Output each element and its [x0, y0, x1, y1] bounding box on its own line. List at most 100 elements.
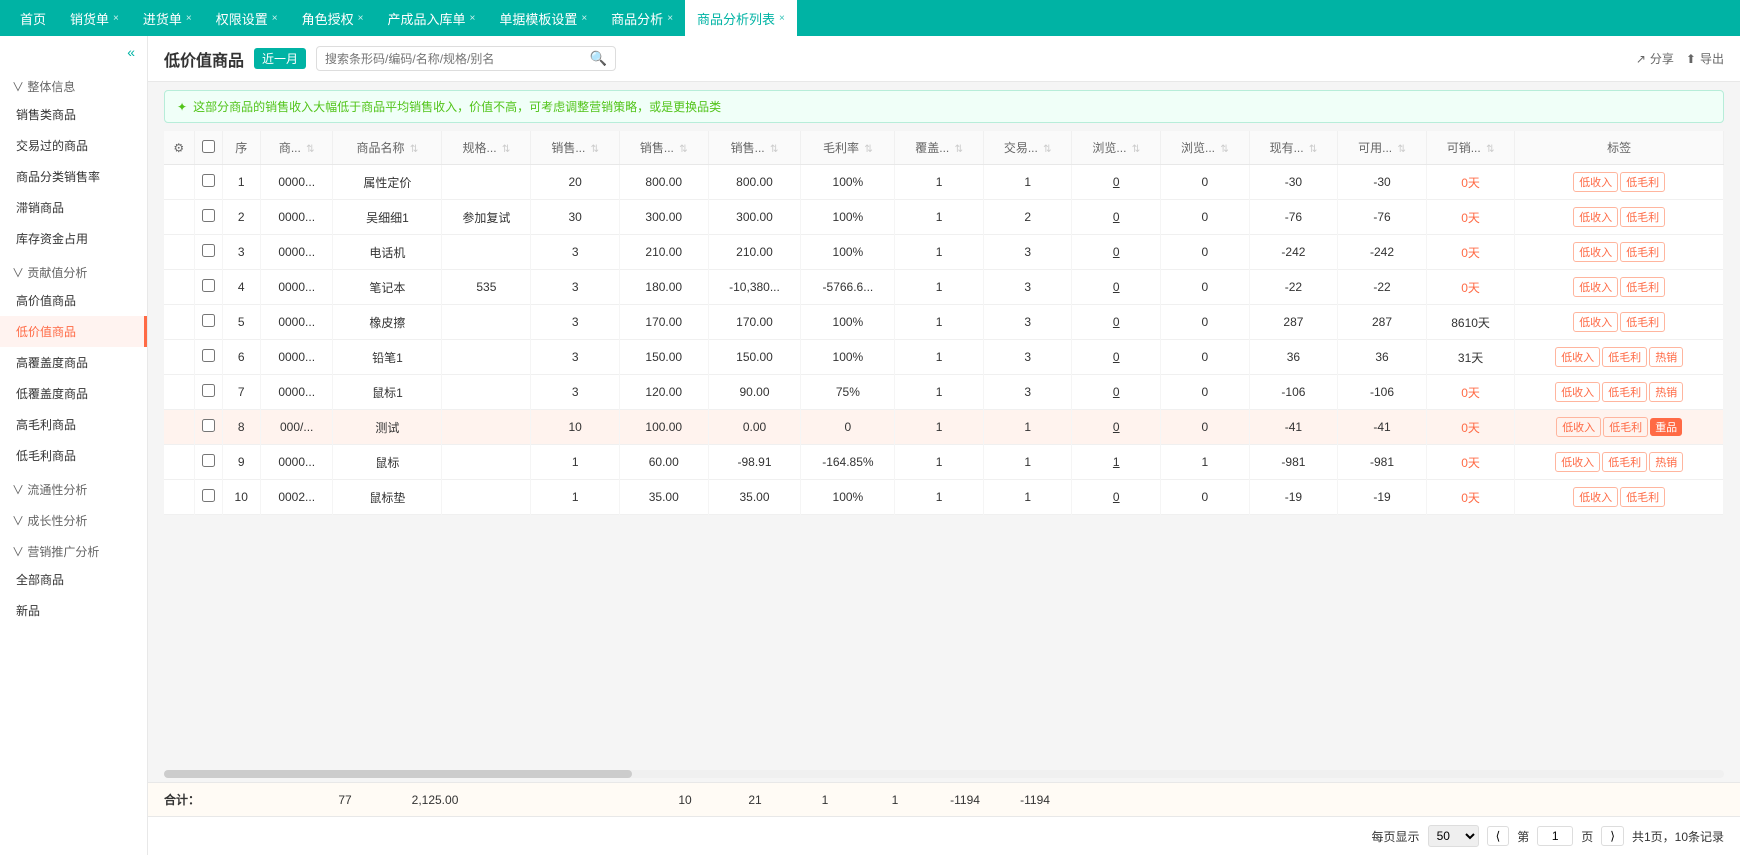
row-checkbox[interactable]: [202, 419, 215, 432]
sidebar-group-title[interactable]: ∨ 流通性分析: [0, 471, 147, 502]
row-browse1[interactable]: 0: [1072, 410, 1161, 445]
nav-item[interactable]: 权限设置 ×: [204, 0, 290, 36]
row-browse1[interactable]: 0: [1072, 480, 1161, 515]
col-trade[interactable]: 交易... ⇅: [983, 131, 1072, 165]
col-s3[interactable]: 销售... ⇅: [708, 131, 801, 165]
nav-close-icon[interactable]: ×: [779, 13, 785, 24]
sidebar-item[interactable]: 高毛利商品: [0, 409, 147, 440]
first-page-button[interactable]: ⟨: [1487, 826, 1510, 846]
nav-item[interactable]: 角色授权 ×: [290, 0, 376, 36]
sidebar-item[interactable]: 高价值商品: [0, 285, 147, 316]
col-spec[interactable]: 规格... ⇅: [442, 131, 531, 165]
row-browse1[interactable]: 0: [1072, 200, 1161, 235]
row-browse-link[interactable]: 0: [1113, 210, 1120, 224]
row-browse1[interactable]: 0: [1072, 305, 1161, 340]
nav-item[interactable]: 产成品入库单 ×: [375, 0, 487, 36]
row-browse-link[interactable]: 0: [1113, 280, 1120, 294]
export-button[interactable]: ⬆ 导出: [1686, 50, 1724, 67]
nav-close-icon[interactable]: ×: [469, 13, 475, 24]
sidebar-collapse-button[interactable]: «: [0, 36, 147, 68]
nav-item[interactable]: 单据模板设置 ×: [487, 0, 599, 36]
page-size-select[interactable]: 50 100: [1428, 825, 1479, 847]
period-tag-button[interactable]: 近一月: [254, 48, 306, 69]
sidebar-item[interactable]: 库存资金占用: [0, 223, 147, 254]
select-all-checkbox[interactable]: [202, 140, 215, 153]
nav-close-icon[interactable]: ×: [358, 13, 364, 24]
nav-close-icon[interactable]: ×: [186, 13, 192, 24]
scrollbar-thumb[interactable]: [164, 770, 632, 778]
col-browse1[interactable]: 浏览... ⇅: [1072, 131, 1161, 165]
row-checkbox-cell[interactable]: [194, 200, 222, 235]
sidebar-item[interactable]: 新品: [0, 595, 147, 626]
row-checkbox-cell[interactable]: [194, 410, 222, 445]
col-s2[interactable]: 销售... ⇅: [619, 131, 708, 165]
row-browse-link[interactable]: 0: [1113, 490, 1120, 504]
page-number-input[interactable]: [1537, 826, 1573, 846]
row-checkbox[interactable]: [202, 454, 215, 467]
sidebar-item[interactable]: 全部商品: [0, 564, 147, 595]
col-code[interactable]: 商... ⇅: [260, 131, 332, 165]
search-input[interactable]: [325, 52, 586, 66]
nav-item[interactable]: 进货单 ×: [131, 0, 204, 36]
row-checkbox[interactable]: [202, 279, 215, 292]
sidebar-item[interactable]: 低价值商品: [0, 316, 147, 347]
row-checkbox-cell[interactable]: [194, 270, 222, 305]
col-cover[interactable]: 覆盖... ⇅: [895, 131, 984, 165]
row-checkbox[interactable]: [202, 314, 215, 327]
row-checkbox-cell[interactable]: [194, 375, 222, 410]
row-checkbox-cell[interactable]: [194, 445, 222, 480]
sidebar-group-title[interactable]: ∨ 贡献值分析: [0, 254, 147, 285]
col-s1[interactable]: 销售... ⇅: [531, 131, 620, 165]
row-checkbox-cell[interactable]: [194, 165, 222, 200]
nav-close-icon[interactable]: ×: [272, 13, 278, 24]
nav-close-icon[interactable]: ×: [667, 13, 673, 24]
row-checkbox[interactable]: [202, 174, 215, 187]
nav-item[interactable]: 销货单 ×: [58, 0, 131, 36]
row-checkbox-cell[interactable]: [194, 305, 222, 340]
row-checkbox-cell[interactable]: [194, 235, 222, 270]
table-container[interactable]: ⚙ 序 商... ⇅ 商品名称 ⇅ 规格... ⇅ 销售... ⇅ 销售... …: [148, 131, 1740, 770]
nav-item[interactable]: 商品分析 ×: [599, 0, 685, 36]
sidebar-item[interactable]: 低毛利商品: [0, 440, 147, 471]
sidebar-group-title[interactable]: ∨ 营销推广分析: [0, 533, 147, 564]
col-salable[interactable]: 可销... ⇅: [1426, 131, 1515, 165]
col-name[interactable]: 商品名称 ⇅: [333, 131, 442, 165]
sidebar-group-title[interactable]: ∨ 成长性分析: [0, 502, 147, 533]
row-browse-link[interactable]: 0: [1113, 315, 1120, 329]
row-browse-link[interactable]: 1: [1113, 455, 1120, 469]
sidebar-group-title[interactable]: ∨ 整体信息: [0, 68, 147, 99]
row-checkbox[interactable]: [202, 489, 215, 502]
row-checkbox[interactable]: [202, 349, 215, 362]
row-browse1[interactable]: 1: [1072, 445, 1161, 480]
row-browse1[interactable]: 0: [1072, 270, 1161, 305]
nav-close-icon[interactable]: ×: [581, 13, 587, 24]
col-current[interactable]: 现有... ⇅: [1249, 131, 1338, 165]
sidebar-item[interactable]: 高覆盖度商品: [0, 347, 147, 378]
col-gross[interactable]: 毛利率 ⇅: [801, 131, 895, 165]
row-browse1[interactable]: 0: [1072, 375, 1161, 410]
sidebar-item[interactable]: 商品分类销售率: [0, 161, 147, 192]
row-checkbox-cell[interactable]: [194, 340, 222, 375]
col-checkbox[interactable]: [194, 131, 222, 165]
row-checkbox[interactable]: [202, 244, 215, 257]
next-page-button[interactable]: ⟩: [1601, 826, 1624, 846]
nav-item[interactable]: 商品分析列表 ×: [685, 0, 797, 36]
row-browse-link[interactable]: 0: [1113, 385, 1120, 399]
horizontal-scrollbar[interactable]: [164, 770, 1724, 778]
sidebar-item[interactable]: 交易过的商品: [0, 130, 147, 161]
row-browse-link[interactable]: 0: [1113, 175, 1120, 189]
row-browse-link[interactable]: 0: [1113, 245, 1120, 259]
row-checkbox[interactable]: [202, 209, 215, 222]
share-button[interactable]: ↗ 分享: [1636, 50, 1674, 67]
nav-close-icon[interactable]: ×: [113, 13, 119, 24]
col-avail[interactable]: 可用... ⇅: [1338, 131, 1427, 165]
row-checkbox-cell[interactable]: [194, 480, 222, 515]
col-settings[interactable]: ⚙: [164, 131, 194, 165]
row-checkbox[interactable]: [202, 384, 215, 397]
nav-item[interactable]: 首页: [8, 0, 58, 36]
row-browse1[interactable]: 0: [1072, 165, 1161, 200]
row-browse-link[interactable]: 0: [1113, 350, 1120, 364]
row-browse1[interactable]: 0: [1072, 235, 1161, 270]
sidebar-item[interactable]: 滞销商品: [0, 192, 147, 223]
sidebar-item[interactable]: 销售类商品: [0, 99, 147, 130]
